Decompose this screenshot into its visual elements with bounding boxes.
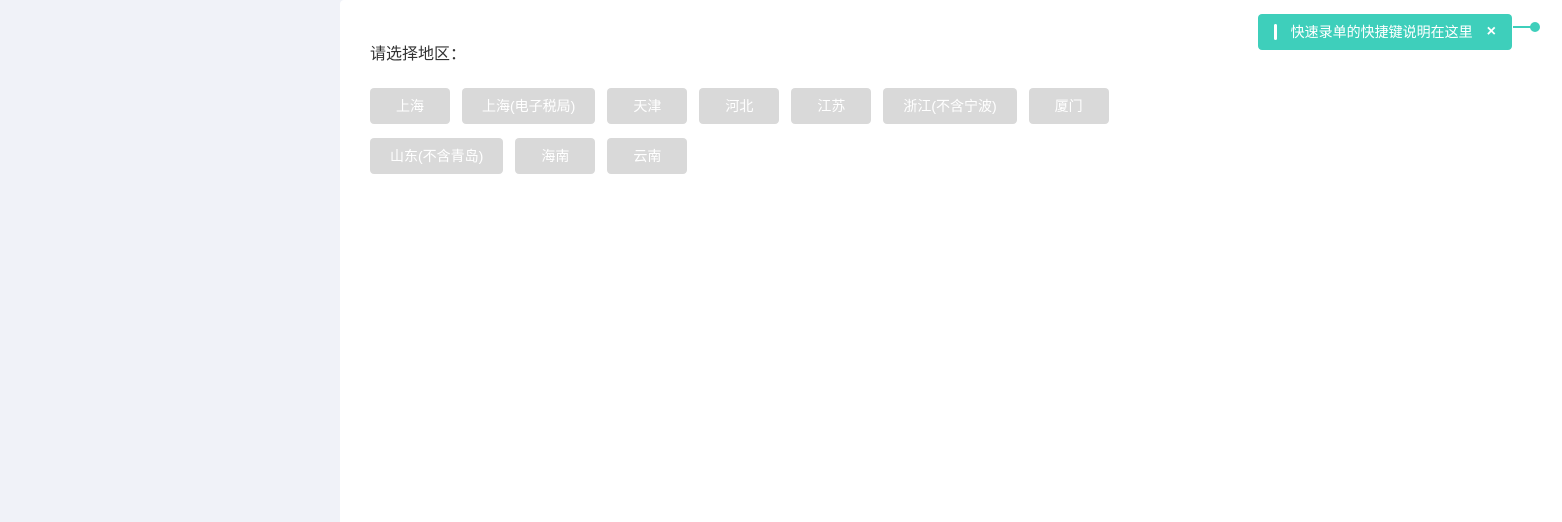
tooltip-connector-dot xyxy=(1530,22,1540,32)
region-btn-xiamen[interactable]: 厦门 xyxy=(1029,88,1109,124)
tooltip-text: 快速录单的快捷键说明在这里 xyxy=(1291,22,1473,42)
region-btn-jiangsu[interactable]: 江苏 xyxy=(791,88,871,124)
region-buttons-row-1: 上海上海(电子税局) 天津河北江苏浙江(不含宁波) 厦门 xyxy=(370,88,1532,124)
region-btn-hebei[interactable]: 河北 xyxy=(699,88,779,124)
region-btn-shanghai[interactable]: 上海 xyxy=(370,88,450,124)
region-btn-shandong[interactable]: 山东(不含青岛) xyxy=(370,138,503,174)
region-btn-shanghai-ejt[interactable]: 上海(电子税局) xyxy=(462,88,595,124)
tooltip-close-button[interactable]: × xyxy=(1487,23,1496,41)
tooltip-connector-line xyxy=(1513,26,1531,28)
region-btn-yunnan[interactable]: 云南 xyxy=(607,138,687,174)
region-btn-zhejiang[interactable]: 浙江(不含宁波) xyxy=(883,88,1016,124)
sidebar xyxy=(0,0,340,522)
tooltip-banner: 快速录单的快捷键说明在这里 × xyxy=(1258,14,1512,50)
region-btn-tianjin[interactable]: 天津 xyxy=(607,88,687,124)
main-content: 请选择地区： 上海上海(电子税局)天津河北江苏浙江(不含宁波)厦门 山东(不含青… xyxy=(340,0,1562,522)
region-btn-hainan[interactable]: 海南 xyxy=(515,138,595,174)
region-buttons-row-2: 山东(不含青岛) 海南云南 xyxy=(370,138,1532,174)
